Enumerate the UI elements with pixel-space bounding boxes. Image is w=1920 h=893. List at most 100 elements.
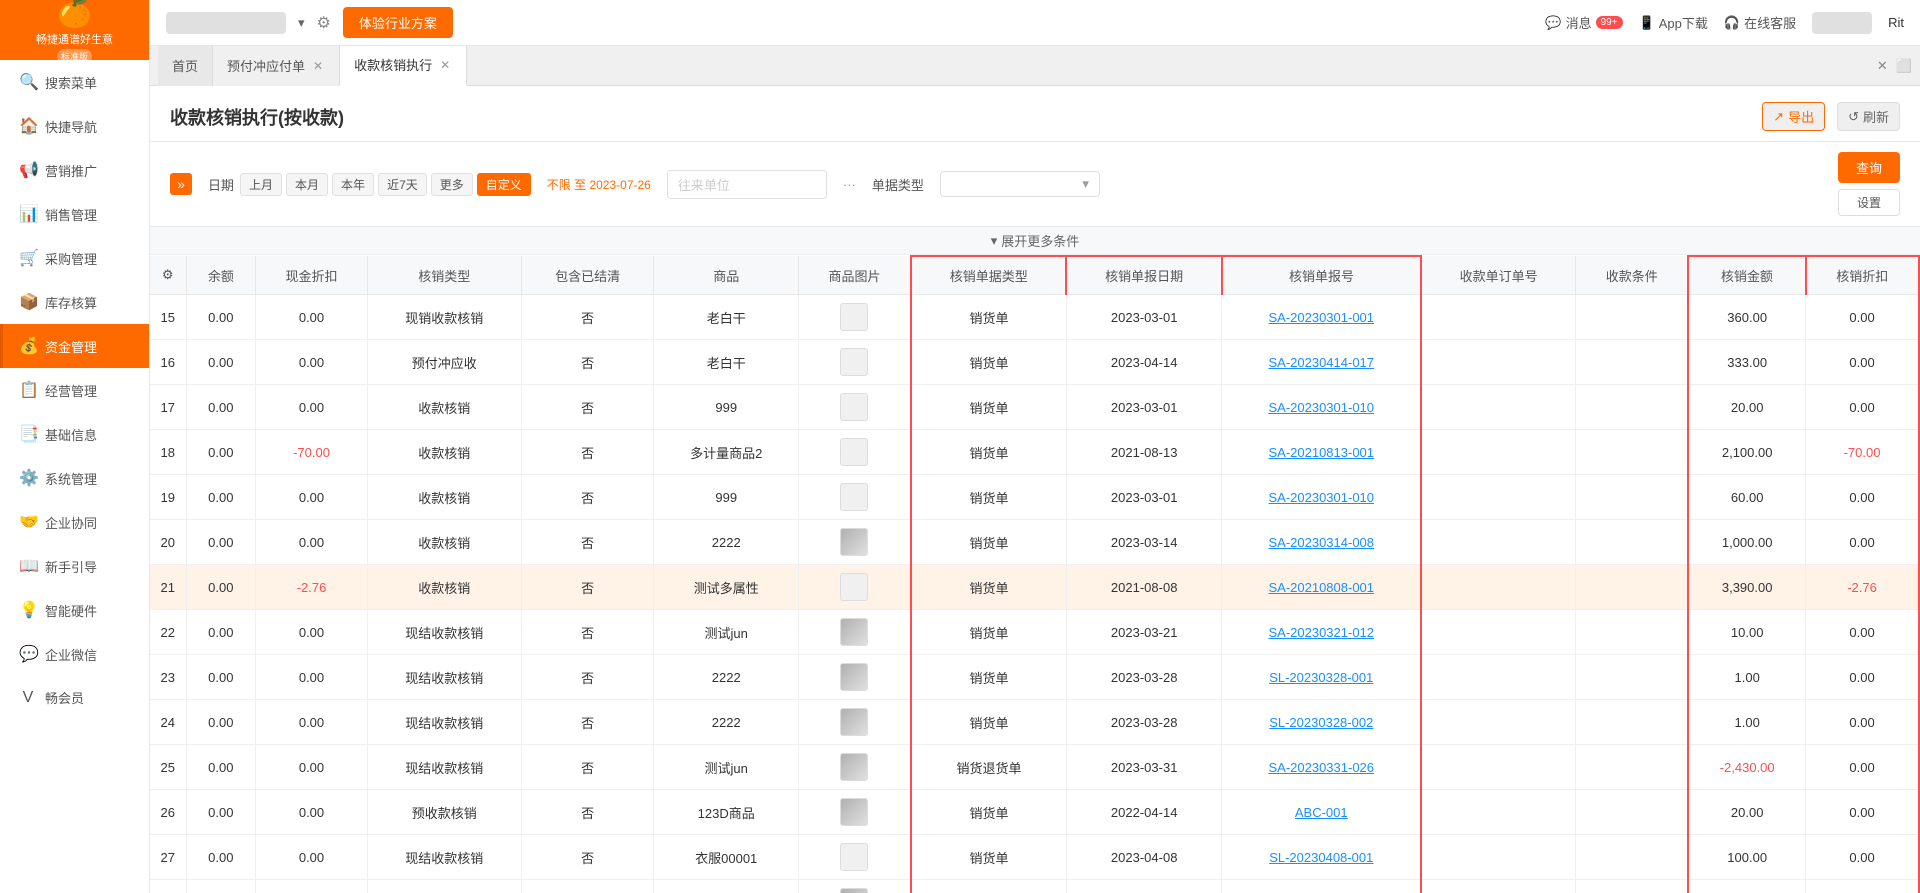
sidebar-item-basic[interactable]: 📑 基础信息 — [0, 412, 149, 456]
single-type-select[interactable]: ▾ — [940, 171, 1100, 197]
sidebar-label-purchase: 采购管理 — [45, 249, 97, 268]
table-row: 16 0.00 0.00 预付冲应收 否 老白干 销货单 2023-04-14 … — [150, 340, 1919, 385]
sidebar-item-smart-hw[interactable]: 💡 智能硬件 — [0, 588, 149, 632]
cell-no: 23 — [150, 655, 186, 700]
tab-close-window-icon[interactable]: ✕ — [1877, 58, 1888, 74]
goods-img — [840, 573, 868, 601]
custom-date-btn[interactable]: 自定义 — [477, 173, 531, 196]
cell-doc-no[interactable]: SA-20230314-008 — [1222, 520, 1421, 565]
sidebar-item-finance[interactable]: 💰 资金管理 — [0, 324, 149, 368]
message-icon: 💬 — [1545, 15, 1561, 31]
export-button[interactable]: ↗ 导出 — [1762, 102, 1825, 131]
cell-included: 否 — [521, 295, 654, 340]
sidebar-icon-vip: V — [19, 689, 37, 707]
cell-doc-no[interactable]: ABC-001 — [1222, 790, 1421, 835]
cell-goods-img — [798, 385, 911, 430]
sidebar-item-system[interactable]: ⚙️ 系统管理 — [0, 456, 149, 500]
logo-icon: 🍊 — [57, 0, 92, 29]
sidebar-item-search-menu[interactable]: 🔍 搜索菜单 — [0, 60, 149, 104]
sidebar-item-sales[interactable]: 📊 销售管理 — [0, 192, 149, 236]
cell-receipt-cond — [1576, 475, 1689, 520]
sidebar: 🍊 畅捷通谱好生意 标准版 🔍 搜索菜单 🏠 快捷导航 📢 营销推广 📊 销售管… — [0, 0, 150, 893]
cell-goods-img — [798, 745, 911, 790]
th-receipt-cond: 收款条件 — [1576, 256, 1689, 295]
query-button[interactable]: 查询 — [1838, 152, 1900, 183]
date-filter-group: 日期 上月 本月 本年 近7天 更多 自定义 — [208, 173, 531, 196]
cell-receipt-order — [1421, 655, 1576, 700]
th-settings[interactable]: ⚙ — [150, 256, 186, 295]
cell-cancel-type: 现结收款核销 — [367, 610, 521, 655]
sidebar-item-marketing[interactable]: 📢 营销推广 — [0, 148, 149, 192]
user-avatar[interactable] — [1812, 12, 1872, 34]
cell-cash-discount: 0.00 — [256, 610, 368, 655]
sidebar-item-cooperation[interactable]: 🤝 企业协同 — [0, 500, 149, 544]
cell-doc-no[interactable]: SA-20230321-012 — [1222, 610, 1421, 655]
cell-doc-no[interactable]: SA-20230331-026 — [1222, 745, 1421, 790]
tab-collection-close[interactable]: ✕ — [438, 56, 452, 74]
cell-doc-type: 销货单 — [911, 385, 1066, 430]
app-download-item[interactable]: 📱 App下载 — [1639, 13, 1708, 32]
sidebar-item-guide[interactable]: 📖 新手引导 — [0, 544, 149, 588]
online-service-item[interactable]: 🎧 在线客服 — [1724, 13, 1796, 32]
sidebar-item-purchase[interactable]: 🛒 采购管理 — [0, 236, 149, 280]
cell-doc-no[interactable]: SA-20210808-001 — [1222, 565, 1421, 610]
cell-cancel-type: 预收款核销 — [367, 790, 521, 835]
cell-amount: 333.00 — [1688, 340, 1805, 385]
filter-dots: ··· — [843, 177, 856, 192]
tab-collection[interactable]: 收款核销执行 ✕ — [340, 46, 467, 86]
cell-doc-no[interactable]: SA-20230414-017 — [1222, 340, 1421, 385]
tab-prepay-close[interactable]: ✕ — [311, 57, 325, 75]
cell-doc-no[interactable]: SA-20230301-001 — [1222, 295, 1421, 340]
table-wrapper[interactable]: ⚙ 余额 现金折扣 核销类型 包含已结清 商品 商品图片 核销单据类型 核销单报… — [150, 255, 1920, 893]
tab-prepay[interactable]: 预付冲应付单 ✕ — [213, 46, 340, 86]
cell-goods-img — [798, 340, 911, 385]
cell-doc-no[interactable]: SL-20230408-001 — [1222, 835, 1421, 880]
cell-doc-no[interactable]: SL-20230328-001 — [1222, 655, 1421, 700]
tab-maximize-icon[interactable]: ⬜ — [1896, 58, 1912, 74]
content-area: 收款核销执行(按收款) ↗ 导出 ↺ 刷新 » 日期 上月 本月 本 — [150, 86, 1920, 893]
sidebar-item-vip[interactable]: V 畅会员 — [0, 676, 149, 719]
sidebar-item-operation[interactable]: 📋 经营管理 — [0, 368, 149, 412]
filter-toggle-button[interactable]: » — [170, 173, 192, 195]
cell-doc-no[interactable]: SL-20230418-001 — [1222, 880, 1421, 893]
expand-more-button[interactable]: ▾ 展开更多条件 — [991, 231, 1080, 250]
cell-doc-no[interactable]: SA-20230301-010 — [1222, 385, 1421, 430]
refresh-button[interactable]: ↺ 刷新 — [1837, 102, 1900, 131]
sidebar-item-quick-nav[interactable]: 🏠 快捷导航 — [0, 104, 149, 148]
cell-balance: 0.00 — [186, 700, 256, 745]
cell-doc-type: 销货单 — [911, 430, 1066, 475]
cell-receipt-order — [1421, 610, 1576, 655]
cell-discount: 0.00 — [1806, 835, 1919, 880]
cell-amount: 1.00 — [1688, 655, 1805, 700]
this-month-btn[interactable]: 本月 — [286, 173, 328, 196]
tab-home-label: 首页 — [172, 56, 198, 75]
message-icon-item[interactable]: 💬 消息 99+ — [1545, 13, 1622, 32]
cell-doc-no[interactable]: SA-20230301-010 — [1222, 475, 1421, 520]
this-year-btn[interactable]: 本年 — [332, 173, 374, 196]
tab-home[interactable]: 首页 — [158, 46, 213, 86]
cell-goods-img — [798, 520, 911, 565]
cell-doc-no[interactable]: SL-20230328-002 — [1222, 700, 1421, 745]
cell-doc-date: 2023-03-14 — [1066, 520, 1221, 565]
cell-goods: 2222 — [654, 520, 798, 565]
cell-balance: 0.00 — [186, 475, 256, 520]
sidebar-item-inventory[interactable]: 📦 库存核算 — [0, 280, 149, 324]
sidebar-item-wechat[interactable]: 💬 企业微信 — [0, 632, 149, 676]
topbar-dropdown-icon[interactable]: ▾ — [298, 15, 305, 31]
cell-doc-no[interactable]: SA-20210813-001 — [1222, 430, 1421, 475]
table-row: 28 0.00 0.00 现结收款核销 否 2222 销货单 2023-04-1… — [150, 880, 1919, 893]
sidebar-icon-sales: 📊 — [19, 204, 37, 224]
cell-cancel-type: 现结收款核销 — [367, 655, 521, 700]
topbar-gear-icon[interactable]: ⚙ — [317, 13, 331, 33]
cell-receipt-order — [1421, 565, 1576, 610]
more-date-btn[interactable]: 更多 — [431, 173, 473, 196]
settings-button[interactable]: 设置 — [1838, 189, 1900, 216]
last-month-btn[interactable]: 上月 — [240, 173, 282, 196]
partner-input[interactable]: 往来单位 — [667, 170, 827, 199]
goods-img — [840, 438, 868, 466]
last-7days-btn[interactable]: 近7天 — [378, 173, 427, 196]
cell-discount: 0.00 — [1806, 340, 1919, 385]
cell-doc-date: 2023-03-01 — [1066, 475, 1221, 520]
cell-cancel-type: 收款核销 — [367, 385, 521, 430]
solution-button[interactable]: 体验行业方案 — [343, 7, 453, 38]
